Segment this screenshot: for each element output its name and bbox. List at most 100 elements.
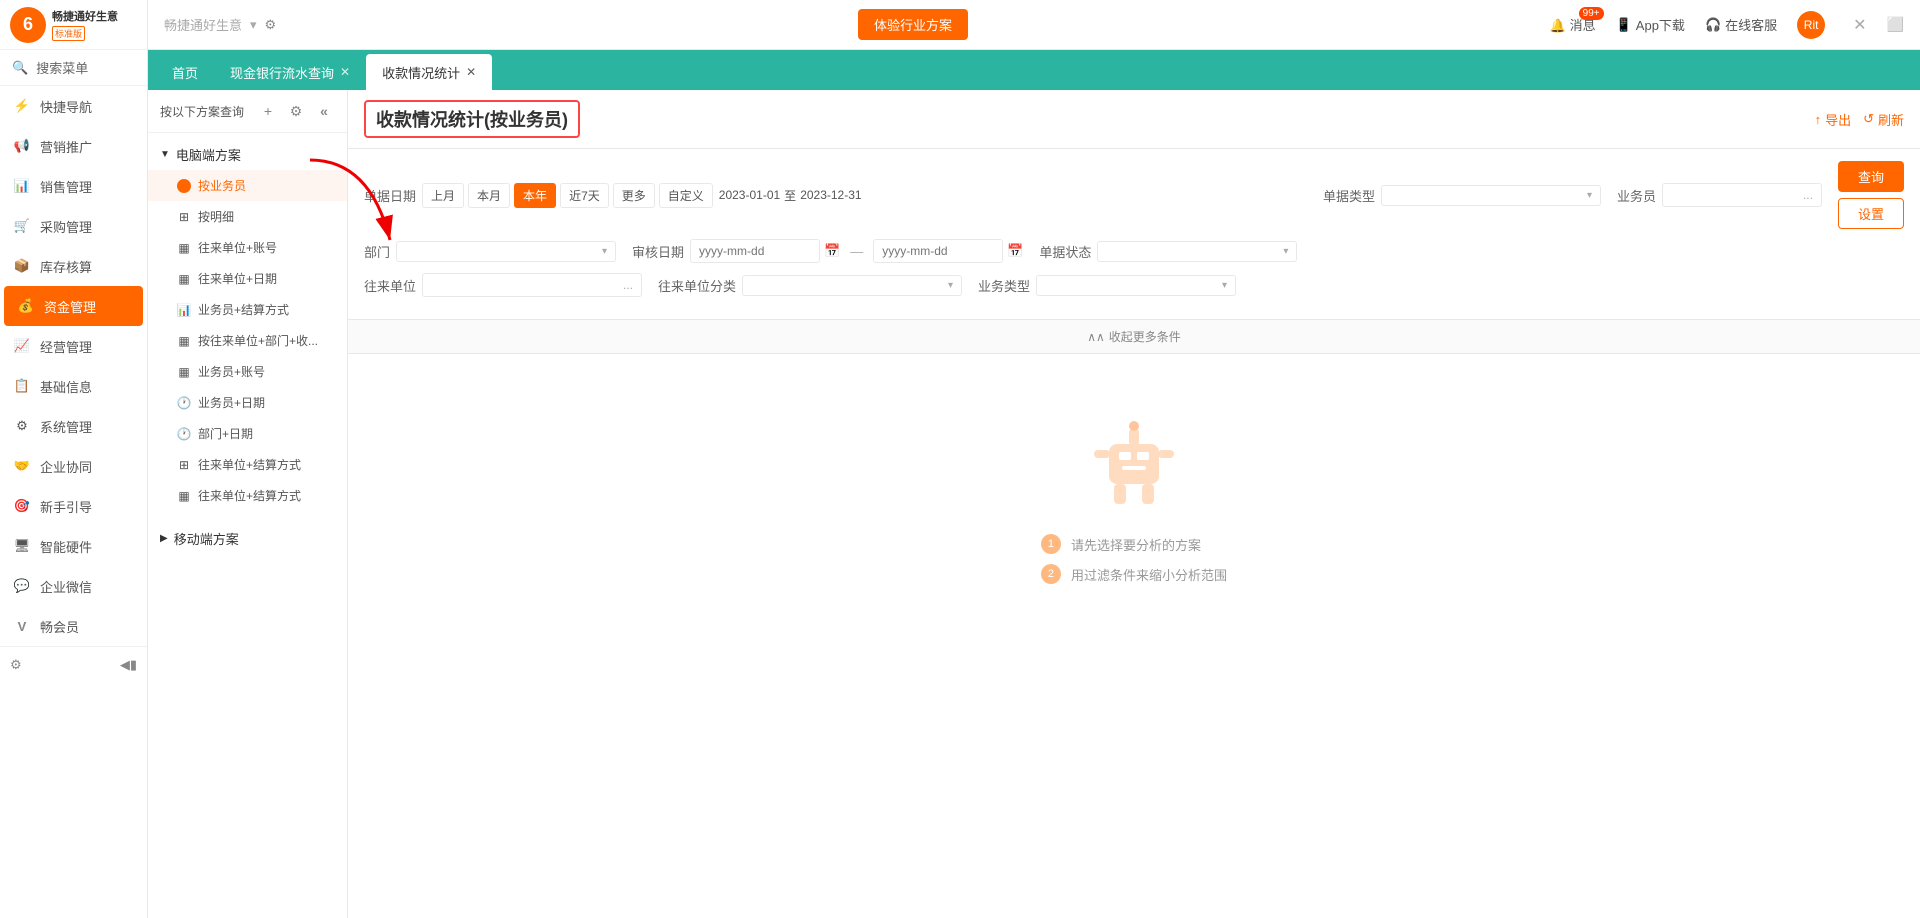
doc-status-select[interactable]: ▾ — [1097, 241, 1297, 262]
date-btn-last-month[interactable]: 上月 — [422, 183, 464, 208]
topbar-center: 体验行业方案 — [858, 9, 968, 40]
tab-bank-flow[interactable]: 现金银行流水查询 ✕ — [214, 54, 366, 90]
member-icon: V — [12, 616, 32, 636]
sidebar-item-wechat[interactable]: 💬 企业微信 — [0, 566, 147, 606]
sidebar-item-member[interactable]: V 畅会员 — [0, 606, 147, 646]
user-avatar[interactable]: Rit — [1797, 11, 1825, 39]
review-date-from[interactable] — [690, 239, 820, 263]
app-download[interactable]: 📱 App下载 — [1616, 15, 1685, 34]
basic-icon: 📋 — [12, 376, 32, 396]
salesperson-more[interactable]: ... — [1803, 188, 1813, 202]
panel-collapse-btn[interactable]: « — [313, 100, 335, 122]
mobile-group-header[interactable]: ▶ 移动端方案 — [148, 523, 347, 554]
sidebar-item-purchase[interactable]: 🛒 采购管理 — [0, 206, 147, 246]
review-date-to[interactable] — [873, 239, 1003, 263]
topbar-chevron[interactable]: ▾ — [250, 17, 257, 33]
right-panel: 收款情况统计(按业务员) ↑ 导出 ↺ 刷新 — [348, 90, 1920, 918]
window-close[interactable]: ✕ — [1853, 15, 1866, 35]
hardware-icon: 🖥 — [12, 536, 32, 556]
scheme-salesperson-payment[interactable]: 📊 业务员+结算方式 — [148, 294, 347, 325]
partner-account-icon: ▦ — [176, 240, 192, 256]
sidebar-item-operations[interactable]: 📈 经营管理 — [0, 326, 147, 366]
service-icon: 🎧 — [1705, 17, 1721, 33]
window-maximize[interactable]: ⬜ — [1887, 16, 1904, 33]
empty-step-1: 1 请先选择要分析的方案 — [1041, 534, 1227, 554]
tab-home[interactable]: 首页 — [156, 54, 214, 90]
collapse-bar[interactable]: ∧∧ 收起更多条件 — [348, 320, 1920, 354]
notifications[interactable]: 🔔 消息 99+ — [1550, 15, 1596, 34]
scheme-partner-payment2[interactable]: ▦ 往来单位+结算方式 — [148, 480, 347, 511]
partner-select[interactable]: ... — [422, 273, 642, 297]
filter-area: 单据日期 上月 本月 本年 近7天 更多 自定义 2023-01-01 至 — [348, 149, 1920, 320]
doc-type-select[interactable]: ▾ — [1381, 185, 1601, 206]
sidebar-item-hardware[interactable]: 🖥 智能硬件 — [0, 526, 147, 566]
refresh-button[interactable]: ↺ 刷新 — [1863, 110, 1904, 129]
scheme-partner-payment1[interactable]: ⊞ 往来单位+结算方式 — [148, 449, 347, 480]
collapse-icon[interactable]: ◀▮ — [120, 657, 137, 673]
scheme-salesperson-date[interactable]: 🕐 业务员+日期 — [148, 387, 347, 418]
dept-filter: 部门 ▾ — [364, 241, 616, 262]
sidebar-item-sales[interactable]: 📊 销售管理 — [0, 166, 147, 206]
query-button[interactable]: 查询 — [1838, 161, 1904, 192]
tab-collection-stats-close[interactable]: ✕ — [466, 65, 476, 79]
partner-date-icon: ▦ — [176, 271, 192, 287]
filter-settings-button[interactable]: 设置 — [1838, 198, 1904, 229]
tabs-bar: 首页 现金银行流水查询 ✕ 收款情况统计 ✕ — [148, 50, 1920, 90]
scheme-by-salesperson[interactable]: 按业务员 — [148, 170, 347, 201]
scheme-partner-dept[interactable]: ▦ 按往来单位+部门+收... — [148, 325, 347, 356]
sidebar-item-quick-nav[interactable]: ⚡ 快捷导航 — [0, 86, 147, 126]
sidebar-item-basic[interactable]: 📋 基础信息 — [0, 366, 147, 406]
online-service[interactable]: 🎧 在线客服 — [1705, 15, 1777, 34]
scheme-salesperson-account[interactable]: ▦ 业务员+账号 — [148, 356, 347, 387]
sidebar-item-marketing[interactable]: 📢 营销推广 — [0, 126, 147, 166]
add-scheme-btn[interactable]: + — [257, 100, 279, 122]
date-btn-more[interactable]: 更多 — [613, 183, 655, 208]
scheme-dept-date[interactable]: 🕐 部门+日期 — [148, 418, 347, 449]
sidebar-item-inventory[interactable]: 📦 库存核算 — [0, 246, 147, 286]
doc-type-chevron: ▾ — [1587, 190, 1592, 201]
tab-bank-flow-close[interactable]: ✕ — [340, 65, 350, 79]
scheme-partner-date[interactable]: ▦ 往来单位+日期 — [148, 263, 347, 294]
partner-payment1-icon: ⊞ — [176, 457, 192, 473]
review-date-filter: 审核日期 📅 — 📅 — [632, 239, 1023, 263]
cal-icon-to[interactable]: 📅 — [1007, 243, 1023, 259]
date-btn-custom[interactable]: 自定义 — [659, 183, 713, 208]
sidebar-item-enterprise[interactable]: 🤝 企业协同 — [0, 446, 147, 486]
scheme-partner-account[interactable]: ▦ 往来单位+账号 — [148, 232, 347, 263]
sidebar-logo: 6 畅捷通好生意 标准版 — [0, 0, 147, 50]
refresh-icon: ↺ — [1863, 111, 1874, 127]
partner-more[interactable]: ... — [623, 278, 633, 292]
sidebar-item-guide[interactable]: 🎯 新手引导 — [0, 486, 147, 526]
export-button[interactable]: ↑ 导出 — [1815, 110, 1852, 129]
sidebar-item-finance[interactable]: 💰 资金管理 — [4, 286, 143, 326]
sidebar-item-system[interactable]: ⚙ 系统管理 — [0, 406, 147, 446]
date-btn-this-month[interactable]: 本月 — [468, 183, 510, 208]
logo-text: 畅捷通好生意 标准版 — [52, 8, 118, 41]
salesperson-account-icon: ▦ — [176, 364, 192, 380]
date-btn-this-year[interactable]: 本年 — [514, 183, 556, 208]
cal-icon-from[interactable]: 📅 — [824, 243, 840, 259]
collapse-bar-text: ∧∧ 收起更多条件 — [1087, 328, 1181, 345]
topbar-settings-icon[interactable]: ⚙ — [265, 17, 277, 33]
wechat-icon: 💬 — [12, 576, 32, 596]
salesperson-select[interactable]: ... — [1662, 183, 1822, 207]
page-header: 收款情况统计(按业务员) ↑ 导出 ↺ 刷新 — [348, 90, 1920, 149]
mobile-group-arrow: ▶ — [160, 533, 168, 544]
date-btn-7days[interactable]: 近7天 — [560, 183, 609, 208]
trial-button[interactable]: 体验行业方案 — [858, 9, 968, 40]
tab-collection-stats[interactable]: 收款情况统计 ✕ — [366, 54, 492, 90]
scheme-settings-btn[interactable]: ⚙ — [285, 100, 307, 122]
salesperson-payment-icon: 📊 — [176, 302, 192, 318]
partner-category-select[interactable]: ▾ — [742, 275, 962, 296]
dept-select[interactable]: ▾ — [396, 241, 616, 262]
partner-category-chevron: ▾ — [948, 280, 953, 291]
desktop-group-header[interactable]: ▼ 电脑端方案 — [148, 139, 347, 170]
page-actions: ↑ 导出 ↺ 刷新 — [1815, 110, 1904, 129]
sales-icon: 📊 — [12, 176, 32, 196]
scheme-by-detail[interactable]: ⊞ 按明细 — [148, 201, 347, 232]
partner-payment2-icon: ▦ — [176, 488, 192, 504]
biz-type-select[interactable]: ▾ — [1036, 275, 1236, 296]
download-icon: 📱 — [1616, 17, 1632, 33]
settings-icon[interactable]: ⚙ — [10, 657, 22, 673]
search-menu-item[interactable]: 🔍 搜索菜单 — [0, 50, 147, 86]
